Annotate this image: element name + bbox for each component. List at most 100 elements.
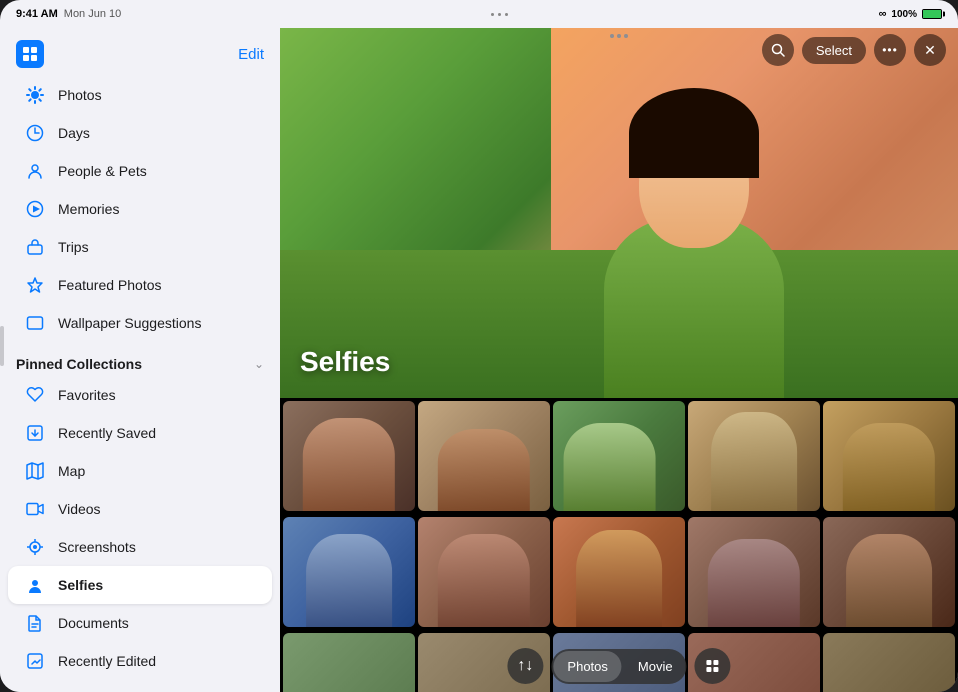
movie-view-button[interactable]: Movie (624, 649, 687, 684)
thumbnail-6[interactable] (283, 517, 415, 627)
search-button[interactable] (762, 34, 794, 66)
pinned-section-header[interactable]: Pinned Collections ⌄ (0, 342, 280, 376)
sort-button[interactable]: ↑↓ (507, 648, 543, 684)
thumbnail-small-5[interactable] (823, 633, 955, 692)
thumbnail-10[interactable] (823, 517, 955, 627)
recently-saved-icon (24, 422, 46, 444)
more-dots-icon: ••• (882, 43, 898, 57)
sidebar-item-map[interactable]: Map (8, 452, 272, 490)
bottom-controls: ↑↓ Photos Movie (507, 648, 730, 684)
main-content: Edit Photos Days People & Pets (0, 28, 958, 692)
hero-background: Selfies (280, 28, 958, 398)
thumbnail-3[interactable] (553, 401, 685, 511)
thumb-person-6 (306, 534, 392, 628)
thumb-person-8 (576, 530, 662, 627)
thumbnail-5[interactable] (823, 401, 955, 511)
thumb-person-9 (708, 539, 800, 627)
screenshots-icon (24, 536, 46, 558)
hero-person (569, 78, 819, 398)
thumbnails-row-1 (280, 398, 958, 514)
sidebar-trips-label: Trips (58, 239, 256, 255)
sidebar-item-favorites[interactable]: Favorites (8, 376, 272, 414)
right-panel: Select ••• ✕ (280, 28, 958, 692)
ipad-frame: 9:41 AM Mon Jun 10 ∞ 100% (0, 0, 958, 692)
thumbnail-1[interactable] (283, 401, 415, 511)
more-button[interactable]: ••• (874, 34, 906, 66)
selfies-icon (24, 574, 46, 596)
videos-icon (24, 498, 46, 520)
sidebar-favorites-label: Favorites (58, 387, 256, 403)
sidebar-item-people-pets[interactable]: People & Pets (8, 152, 272, 190)
sidebar-item-recently-viewed[interactable]: Recently Viewed (8, 680, 272, 692)
sidebar-item-selfies[interactable]: Selfies (8, 566, 272, 604)
top-dots (610, 28, 628, 44)
sidebar-selfies-label: Selfies (58, 577, 256, 593)
sidebar-item-trips[interactable]: Trips (8, 228, 272, 266)
select-button[interactable]: Select (802, 37, 866, 64)
thumbnail-4[interactable] (688, 401, 820, 511)
close-icon: ✕ (924, 42, 936, 59)
sidebar-days-label: Days (58, 125, 256, 141)
wifi-icon: ∞ (879, 8, 887, 20)
recently-edited-icon (24, 650, 46, 672)
thumbnails-row-2 (280, 514, 958, 630)
hero-title: Selfies (300, 346, 390, 378)
thumb-person-2 (438, 429, 530, 512)
sidebar-item-photos[interactable]: Photos (8, 76, 272, 114)
thumb-person-3 (564, 423, 656, 511)
dot-a (610, 34, 614, 38)
battery-fill (923, 10, 941, 18)
thumbnail-7[interactable] (418, 517, 550, 627)
sidebar-item-days[interactable]: Days (8, 114, 272, 152)
sort-icon: ↑↓ (517, 657, 533, 675)
sidebar-item-videos[interactable]: Videos (8, 490, 272, 528)
edit-button[interactable]: Edit (238, 46, 264, 63)
memories-icon (24, 198, 46, 220)
sidebar-item-screenshots[interactable]: Screenshots (8, 528, 272, 566)
sidebar-drag-handle[interactable] (0, 326, 4, 366)
thumb-person-10 (846, 534, 932, 628)
thumb-person-1 (303, 418, 395, 512)
sidebar-app-icon (16, 40, 44, 68)
thumbnail-8[interactable] (553, 517, 685, 627)
thumbnail-2[interactable] (418, 401, 550, 511)
people-icon (24, 160, 46, 182)
trips-icon (24, 236, 46, 258)
sidebar-header: Edit (0, 28, 280, 76)
sidebar-screenshots-label: Screenshots (58, 539, 256, 555)
dot-b (617, 34, 621, 38)
sidebar-item-memories[interactable]: Memories (8, 190, 272, 228)
thumb-person-4 (711, 412, 797, 511)
hero-area: Selfies (280, 28, 958, 398)
thumbnail-small-1[interactable] (283, 633, 415, 692)
thumb-person-7 (438, 534, 530, 628)
sidebar-item-featured[interactable]: Featured Photos (8, 266, 272, 304)
status-time: 9:41 AM (16, 8, 58, 20)
dot-1 (491, 13, 494, 16)
favorites-icon (24, 384, 46, 406)
photos-view-button[interactable]: Photos (553, 651, 621, 682)
sidebar-item-recently-saved[interactable]: Recently Saved (8, 414, 272, 452)
status-bar: 9:41 AM Mon Jun 10 ∞ 100% (0, 0, 958, 28)
status-date: Mon Jun 10 (64, 8, 121, 20)
recently-viewed-icon (24, 688, 46, 692)
sidebar-recently-edited-label: Recently Edited (58, 653, 256, 669)
close-button[interactable]: ✕ (914, 34, 946, 66)
grid-view-button[interactable] (695, 648, 731, 684)
sidebar-item-wallpaper[interactable]: Wallpaper Suggestions (8, 304, 272, 342)
sidebar-item-documents[interactable]: Documents (8, 604, 272, 642)
days-icon (24, 122, 46, 144)
sidebar-wallpaper-label: Wallpaper Suggestions (58, 315, 256, 331)
featured-icon (24, 274, 46, 296)
sidebar-item-recently-edited[interactable]: Recently Edited (8, 642, 272, 680)
status-bar-center (491, 13, 508, 16)
sidebar: Edit Photos Days People & Pets (0, 28, 280, 692)
thumbnail-9[interactable] (688, 517, 820, 627)
sidebar-recently-saved-label: Recently Saved (58, 425, 256, 441)
sidebar-featured-label: Featured Photos (58, 277, 256, 293)
battery-icon (922, 9, 942, 19)
map-icon (24, 460, 46, 482)
pinned-section-title: Pinned Collections (16, 356, 142, 372)
sidebar-videos-label: Videos (58, 501, 256, 517)
photos-icon (24, 84, 46, 106)
